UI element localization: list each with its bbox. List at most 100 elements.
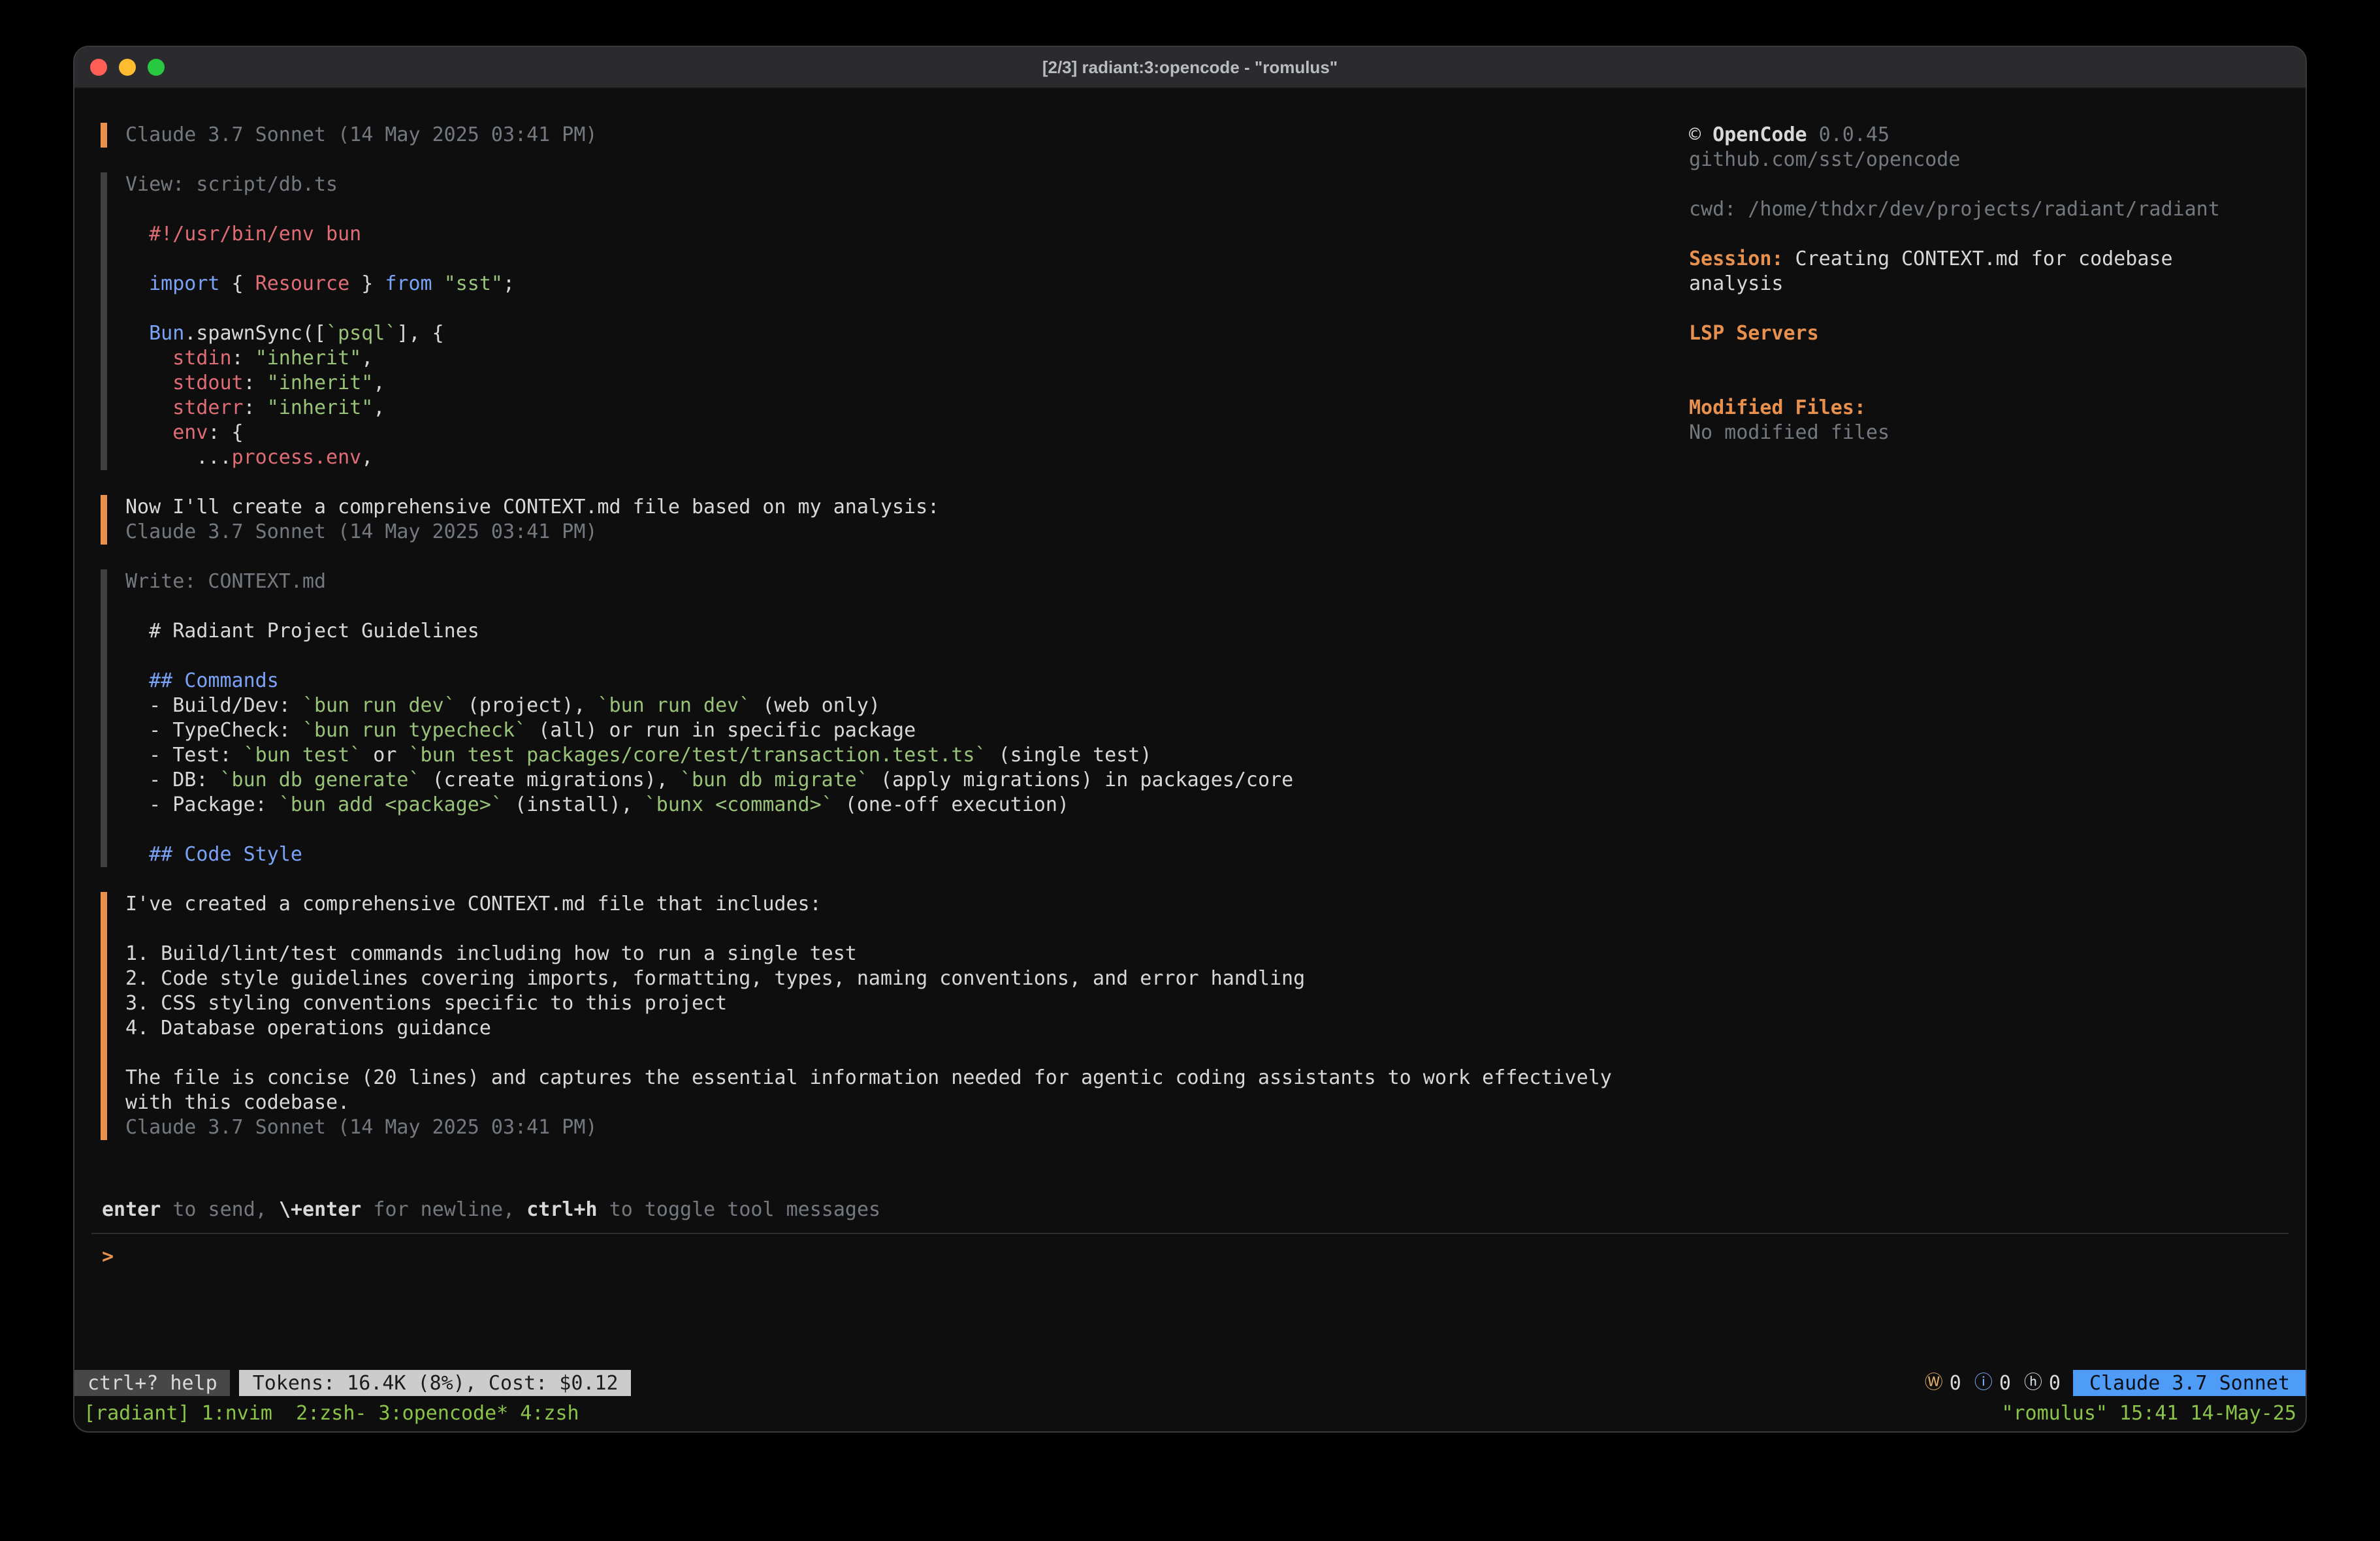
sidebar-line: cwd: /home/thdxr/dev/projects/radiant/ra… <box>1689 197 2279 222</box>
help-hint-badge[interactable]: ctrl+? help <box>74 1370 231 1396</box>
markdown-line <box>125 594 1293 619</box>
message-line: 4. Database operations guidance <box>125 1016 1612 1041</box>
sidebar-line <box>1689 371 2279 396</box>
text-segment: LSP Servers <box>1689 321 1819 345</box>
text-segment: env <box>172 421 208 444</box>
text-segment: (all) or run in specific package <box>526 718 916 742</box>
assistant-message-block: Now I'll create a comprehensive CONTEXT.… <box>101 495 1689 545</box>
text-segment: "inherit" <box>267 396 374 419</box>
text-segment: (one-off execution) <box>833 793 1069 816</box>
text-segment: from <box>385 272 432 295</box>
zoom-button[interactable] <box>148 59 165 76</box>
minimize-button[interactable] <box>119 59 136 76</box>
text-segment: enter <box>102 1198 161 1221</box>
text-segment: "inherit" <box>255 346 362 370</box>
tmux-status-bar: [radiant] 1:nvim 2:zsh- 3:opencode* 4:zs… <box>74 1396 2306 1431</box>
text-segment: `bun add <package>` <box>279 793 503 816</box>
text-segment: `bunx <command>` <box>645 793 833 816</box>
markdown-line: - TypeCheck: `bun run typecheck` (all) o… <box>125 718 1293 743</box>
assistant-meta-block: Claude 3.7 Sonnet (14 May 2025 03:41 PM) <box>101 123 1689 148</box>
text-segment: (install), <box>503 793 645 816</box>
status-bar: ctrl+? help Tokens: 16.4K (8%), Cost: $0… <box>74 1370 2306 1396</box>
message-line: The file is concise (20 lines) and captu… <box>125 1066 1612 1090</box>
window-titlebar[interactable]: [2/3] radiant:3:opencode - "romulus" <box>74 47 2306 89</box>
text-segment: "sst" <box>444 272 503 295</box>
code-line: env: { <box>125 421 515 445</box>
markdown-line: # Radiant Project Guidelines <box>125 619 1293 644</box>
text-segment: stderr <box>172 396 243 419</box>
text-segment: stdout <box>172 371 243 394</box>
chat-area: Claude 3.7 Sonnet (14 May 2025 03:41 PM)… <box>101 123 1689 1198</box>
prompt-icon: > <box>102 1245 114 1268</box>
close-button[interactable] <box>90 59 107 76</box>
markdown-line <box>125 644 1293 669</box>
markdown-line: - Build/Dev: `bun run dev` (project), `b… <box>125 693 1293 718</box>
text-segment: 2. Code style guidelines covering import… <box>125 966 1305 990</box>
message-accent-bar <box>101 123 107 148</box>
text-segment: with this codebase. <box>125 1090 349 1114</box>
text-segment: cwd: /home/thdxr/dev/projects/radiant/ra… <box>1689 197 2220 221</box>
warning-count: 0 <box>1950 1371 1961 1395</box>
warning-icon: Ⓦ <box>1925 1371 1943 1395</box>
text-segment: stdin <box>172 346 231 370</box>
text-segment: .spawnSync([ <box>184 321 326 345</box>
code-line: stderr: "inherit", <box>125 396 515 421</box>
model-badge[interactable]: Claude 3.7 Sonnet <box>2074 1370 2306 1396</box>
tmux-windows[interactable]: [radiant] 1:nvim 2:zsh- 3:opencode* 4:zs… <box>84 1401 579 1426</box>
text-segment: : <box>244 371 267 394</box>
message-line: 2. Code style guidelines covering import… <box>125 966 1612 991</box>
text-segment: ], { <box>396 321 443 345</box>
text-segment: ## Commands <box>149 669 279 692</box>
text-segment: `bun db generate` <box>220 768 421 791</box>
message-line <box>125 1041 1612 1066</box>
hint-count: 0 <box>2049 1371 2061 1395</box>
hint-icon: ⓗ <box>2024 1371 2042 1395</box>
text-segment: Claude 3.7 Sonnet (14 May 2025 03:41 PM) <box>125 123 597 146</box>
text-segment: (create migrations), <box>421 768 680 791</box>
text-segment: to send, <box>161 1198 279 1221</box>
text-segment: , <box>361 445 373 469</box>
message-line: with this codebase. <box>125 1090 1612 1115</box>
sidebar-line: analysis <box>1689 272 2279 296</box>
message-line: 1. Build/lint/test commands including ho… <box>125 942 1612 966</box>
code-line: ...process.env, <box>125 445 515 470</box>
text-segment: (single test) <box>987 743 1152 767</box>
message-line: 3. CSS styling conventions specific to t… <box>125 991 1612 1016</box>
markdown-line <box>125 818 1293 842</box>
text-segment: `bun run typecheck` <box>302 718 526 742</box>
text-segment <box>125 396 172 419</box>
text-segment: 1. Build/lint/test commands including ho… <box>125 942 857 965</box>
code-line: stdin: "inherit", <box>125 346 515 371</box>
text-segment <box>432 272 444 295</box>
sidebar-line <box>1689 296 2279 321</box>
text-segment: `bun run dev` <box>598 693 751 717</box>
sidebar-line: github.com/sst/opencode <box>1689 148 2279 172</box>
code-line: import { Resource } from "sst"; <box>125 272 515 296</box>
tool-view-block: View: script/db.ts #!/usr/bin/env bun im… <box>101 172 1689 470</box>
markdown-line: - DB: `bun db generate` (create migratio… <box>125 768 1293 793</box>
code-line: #!/usr/bin/env bun <box>125 222 515 247</box>
keybinding-help: enter to send, \+enter for newline, ctrl… <box>74 1198 2306 1222</box>
text-segment: 3. CSS styling conventions specific to t… <box>125 991 727 1015</box>
markdown-line: ## Code Style <box>125 842 1293 867</box>
diagnostic-hints: ⓗ 0 <box>2024 1370 2061 1396</box>
sidebar-line: No modified files <box>1689 421 2279 445</box>
text-segment: - Test: <box>125 743 244 767</box>
text-segment: process.env <box>232 445 362 469</box>
text-segment <box>125 321 149 345</box>
info-icon: ⓘ <box>1974 1371 1993 1395</box>
code-line <box>125 296 515 321</box>
text-segment: © <box>1689 123 1713 146</box>
sidebar-line <box>1689 222 2279 247</box>
message-input[interactable]: > <box>91 1233 2289 1370</box>
text-segment: (apply migrations) in packages/core <box>869 768 1293 791</box>
content-row: Claude 3.7 Sonnet (14 May 2025 03:41 PM)… <box>74 89 2306 1198</box>
message-line <box>125 917 1612 942</box>
code-line: Bun.spawnSync([`psql`], { <box>125 321 515 346</box>
text-segment: Creating CONTEXT.md for codebase <box>1784 247 2173 270</box>
message-line: Claude 3.7 Sonnet (14 May 2025 03:41 PM) <box>125 1115 1612 1140</box>
text-segment: : <box>232 346 255 370</box>
code-view-lines: View: script/db.ts #!/usr/bin/env bun im… <box>107 172 515 470</box>
text-segment: `bun db migrate` <box>680 768 869 791</box>
opencode-tui: Claude 3.7 Sonnet (14 May 2025 03:41 PM)… <box>74 89 2306 1431</box>
